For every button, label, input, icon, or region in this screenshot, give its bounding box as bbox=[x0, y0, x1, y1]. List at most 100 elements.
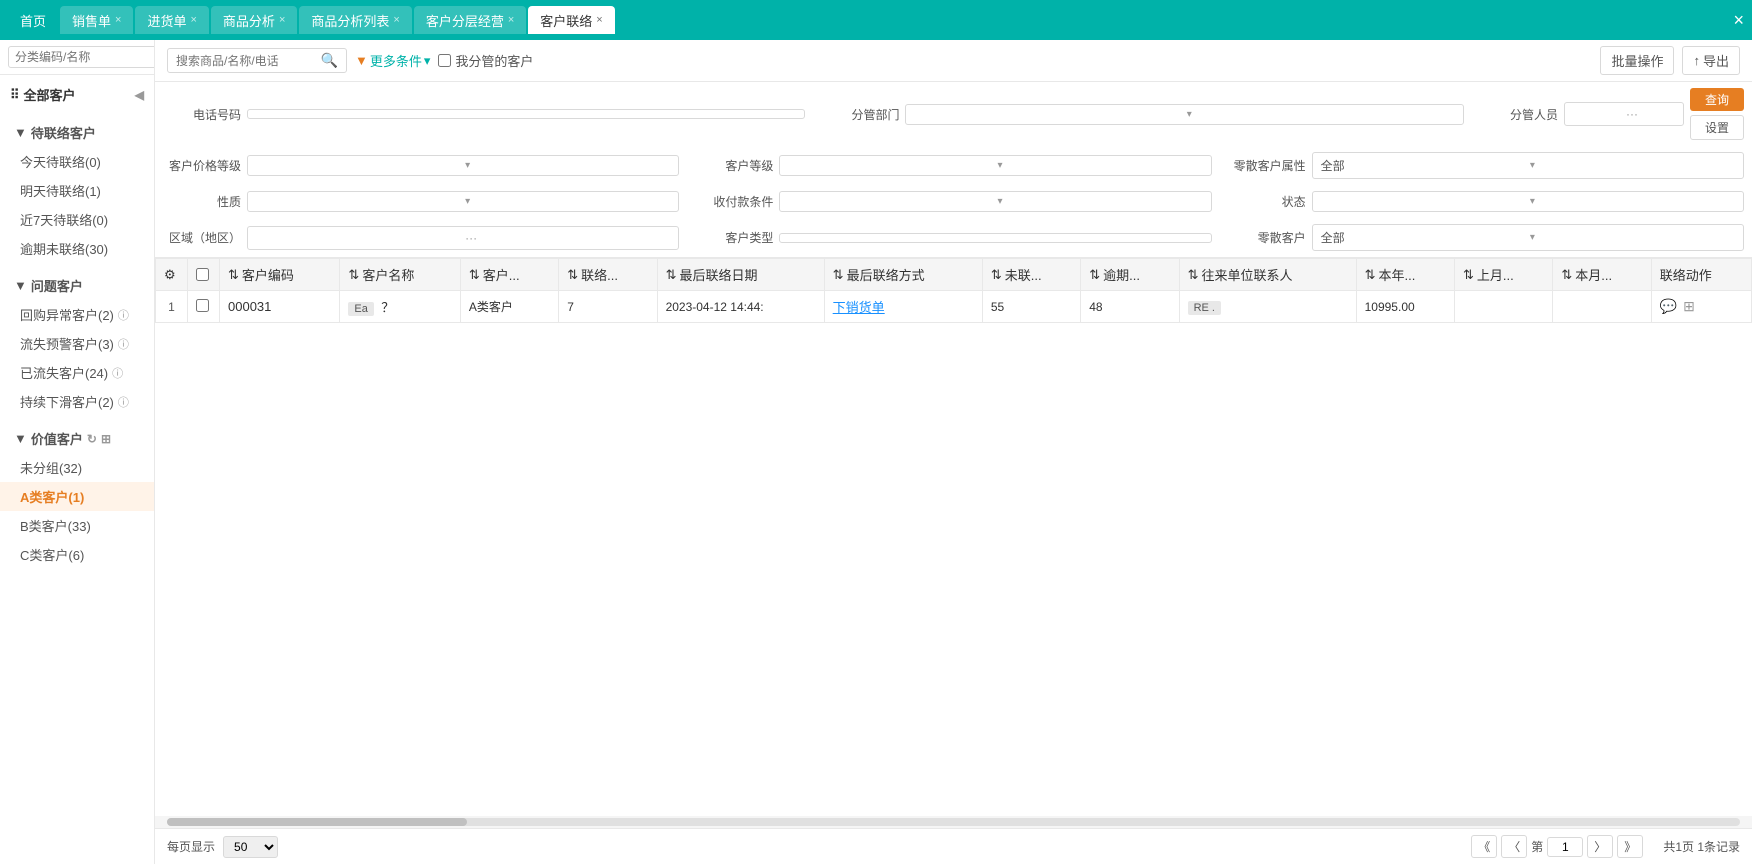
sidebar-item-7days[interactable]: 近7天待联络(0) bbox=[0, 205, 154, 234]
nav-tab-sales[interactable]: 销售单 × bbox=[60, 6, 133, 34]
sidebar-item-lost[interactable]: 已流失客户(24) ⓘ bbox=[0, 358, 154, 387]
cell-this-month bbox=[1553, 291, 1651, 323]
adv-nature: 性质 ▾ bbox=[155, 185, 687, 218]
cell-check[interactable] bbox=[188, 291, 220, 323]
info-icon-lost[interactable]: ⓘ bbox=[112, 365, 123, 381]
last-method-link[interactable]: 下销货单 bbox=[833, 300, 885, 315]
nav-tab-customer-contact[interactable]: 客户联络 × bbox=[528, 6, 614, 34]
status-select[interactable]: ▾ bbox=[1312, 191, 1744, 212]
page-number-input[interactable] bbox=[1547, 837, 1583, 857]
export-label: 导出 bbox=[1703, 51, 1729, 70]
sidebar-item-c-class[interactable]: C类客户(6) bbox=[0, 540, 154, 569]
scatter-attr-label: 零散客户属性 bbox=[1228, 157, 1306, 174]
sidebar-item-warning[interactable]: 流失预警客户(3) ⓘ bbox=[0, 329, 154, 358]
scatter-attr-select[interactable]: 全部 ▾ bbox=[1312, 152, 1744, 179]
horizontal-scrollbar[interactable] bbox=[155, 816, 1752, 828]
value-customer-group[interactable]: ▼ 价值客户 ↻ ⊞ bbox=[0, 424, 154, 453]
sidebar-item-today[interactable]: 今天待联络(0) bbox=[0, 147, 154, 176]
nav-tab-purchase[interactable]: 进货单 × bbox=[135, 6, 208, 34]
th-last-date[interactable]: ⇅ 最后联络日期 bbox=[657, 259, 824, 291]
purchase-tab-close[interactable]: × bbox=[190, 14, 196, 26]
first-page-button[interactable]: 《 bbox=[1471, 835, 1497, 858]
payment-select[interactable]: ▾ bbox=[779, 191, 1211, 212]
batch-op-label: 批量操作 bbox=[1611, 51, 1663, 70]
th-contact[interactable]: ⇅ 联络... bbox=[559, 259, 657, 291]
price-level-select[interactable]: ▾ bbox=[247, 155, 679, 176]
window-close-button[interactable]: × bbox=[1733, 10, 1744, 31]
customer-segment-tab-close[interactable]: × bbox=[508, 14, 514, 26]
info-icon-warning[interactable]: ⓘ bbox=[118, 336, 129, 352]
row-checkbox[interactable] bbox=[196, 299, 209, 312]
nav-tab-home[interactable]: 首页 bbox=[8, 6, 58, 34]
sidebar-search-input[interactable] bbox=[8, 46, 155, 68]
goods-analysis-tab-close[interactable]: × bbox=[279, 14, 285, 26]
th-overdue[interactable]: ⇅ 逾期... bbox=[1081, 259, 1179, 291]
nav-tab-goods-analysis[interactable]: 商品分析 × bbox=[211, 6, 297, 34]
dept-select[interactable]: ▾ bbox=[905, 104, 1464, 125]
sidebar-item-b-class[interactable]: B类客户(33) bbox=[0, 511, 154, 540]
all-customers-header[interactable]: ⠿ 全部客户 ◀ bbox=[0, 79, 154, 110]
last-page-button[interactable]: 》 bbox=[1617, 835, 1643, 858]
select-all-checkbox[interactable] bbox=[196, 268, 209, 281]
region-select[interactable]: ··· bbox=[247, 226, 679, 250]
th-last-method[interactable]: ⇅ 最后联络方式 bbox=[824, 259, 982, 291]
th-level[interactable]: ⇅ 客户... bbox=[460, 259, 558, 291]
nav-tab-goods-list[interactable]: 商品分析列表 × bbox=[299, 6, 411, 34]
scrollbar-track[interactable] bbox=[167, 818, 1740, 826]
th-this-month[interactable]: ⇅ 本月... bbox=[1553, 259, 1651, 291]
goods-list-tab-close[interactable]: × bbox=[393, 14, 399, 26]
filter-search-input[interactable] bbox=[176, 54, 317, 68]
my-customers-checkbox[interactable]: 我分管的客户 bbox=[438, 51, 533, 70]
sales-tab-close[interactable]: × bbox=[115, 14, 121, 26]
th-check[interactable] bbox=[188, 259, 220, 291]
batch-op-button[interactable]: 批量操作 bbox=[1600, 46, 1674, 75]
sidebar-item-abnormal[interactable]: 回购异常客户(2) ⓘ bbox=[0, 300, 154, 329]
th-name[interactable]: ⇅ 客户名称 bbox=[340, 259, 460, 291]
customer-type-input[interactable] bbox=[779, 233, 1211, 243]
sales-tab-label: 销售单 bbox=[72, 11, 111, 30]
sidebar-item-ungroup[interactable]: 未分组(32) bbox=[0, 453, 154, 482]
sidebar-item-today-label: 今天待联络(0) bbox=[20, 152, 101, 171]
problem-customer-group[interactable]: ▼ 问题客户 bbox=[0, 271, 154, 300]
sidebar-item-overdue[interactable]: 逾期未联络(30) bbox=[0, 234, 154, 263]
gear-icon[interactable]: ⚙ bbox=[164, 267, 176, 283]
export-button[interactable]: ↑ 导出 bbox=[1682, 46, 1740, 75]
th-action[interactable]: 联络动作 bbox=[1651, 259, 1751, 291]
qr-icon[interactable]: ⊞ bbox=[1683, 298, 1695, 315]
th-this-year[interactable]: ⇅ 本年... bbox=[1356, 259, 1454, 291]
my-customers-check[interactable] bbox=[438, 54, 451, 67]
info-icon-declining[interactable]: ⓘ bbox=[118, 394, 129, 410]
triangle-icon2: ▼ bbox=[14, 278, 27, 293]
info-icon-abnormal[interactable]: ⓘ bbox=[118, 307, 129, 323]
th-last-month[interactable]: ⇅ 上月... bbox=[1454, 259, 1552, 291]
customer-level-select[interactable]: ▾ bbox=[779, 155, 1211, 176]
add-icon[interactable]: ⊞ bbox=[101, 432, 111, 446]
th-code[interactable]: ⇅ 客户编码 bbox=[220, 259, 340, 291]
scatter-customer-select[interactable]: 全部 ▾ bbox=[1312, 224, 1744, 251]
person-input[interactable]: ··· bbox=[1564, 102, 1684, 126]
customer-contact-tab-close[interactable]: × bbox=[596, 14, 602, 26]
name-char: ？ bbox=[381, 300, 394, 315]
scrollbar-thumb[interactable] bbox=[167, 818, 467, 826]
prev-page-button[interactable]: 〈 bbox=[1501, 835, 1527, 858]
refresh-icon[interactable]: ↻ bbox=[87, 432, 97, 446]
dept-arrow: ▾ bbox=[1187, 109, 1455, 120]
page-size-select[interactable]: 50 100 bbox=[223, 836, 278, 858]
nav-tab-customer-segment[interactable]: 客户分层经营 × bbox=[414, 6, 526, 34]
sidebar-item-a-class[interactable]: A类客户(1) bbox=[0, 482, 154, 511]
th-no-contact[interactable]: ⇅ 未联... bbox=[982, 259, 1080, 291]
th-unit-contact[interactable]: ⇅ 往来单位联系人 bbox=[1179, 259, 1356, 291]
sidebar-item-declining[interactable]: 持续下滑客户(2) ⓘ bbox=[0, 387, 154, 416]
search-button[interactable]: 查询 bbox=[1690, 88, 1744, 111]
sidebar-item-tomorrow[interactable]: 明天待联络(1) bbox=[0, 176, 154, 205]
setting-button[interactable]: 设置 bbox=[1690, 115, 1744, 140]
th-gear[interactable]: ⚙ bbox=[156, 259, 188, 291]
phone-input[interactable] bbox=[247, 109, 805, 119]
filter-search-icon[interactable]: 🔍 bbox=[321, 52, 338, 69]
chat-icon[interactable]: 💬 bbox=[1660, 298, 1677, 315]
next-page-button[interactable]: 〉 bbox=[1587, 835, 1613, 858]
pending-contact-group[interactable]: ▼ 待联络客户 bbox=[0, 118, 154, 147]
filter-more-btn[interactable]: ▼ 更多条件 ▾ bbox=[355, 51, 430, 70]
cell-last-method[interactable]: 下销货单 bbox=[824, 291, 982, 323]
nature-select[interactable]: ▾ bbox=[247, 191, 679, 212]
